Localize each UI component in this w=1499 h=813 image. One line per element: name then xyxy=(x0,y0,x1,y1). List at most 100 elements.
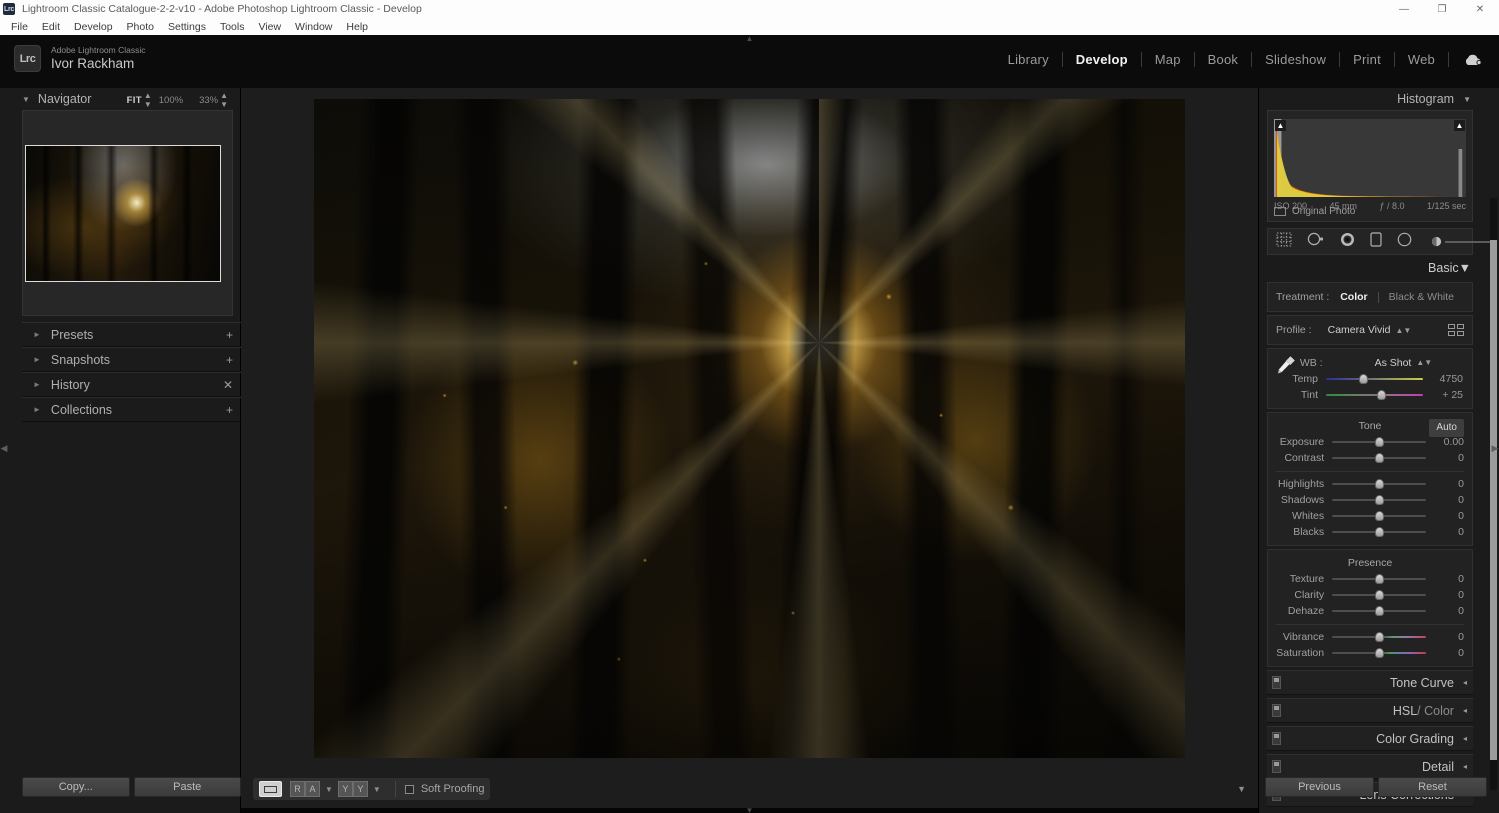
blacks-slider-knob[interactable] xyxy=(1375,527,1385,537)
chevron-right-icon[interactable]: ► xyxy=(33,355,41,364)
treatment-bw-option[interactable]: Black & White xyxy=(1379,291,1464,303)
vibrance-slider-knob[interactable] xyxy=(1375,632,1385,642)
close-button[interactable]: ✕ xyxy=(1461,0,1499,18)
menu-window[interactable]: Window xyxy=(288,19,339,35)
chevron-down-icon[interactable]: ▼ xyxy=(1463,95,1471,104)
contrast-slider-row[interactable]: Contrast 0 xyxy=(1276,450,1464,466)
panel-switch-icon[interactable] xyxy=(1272,704,1281,717)
sidebar-item-presets[interactable]: ► Presets + xyxy=(22,322,241,347)
temp-slider-track[interactable] xyxy=(1326,372,1423,386)
panel-switch-icon[interactable] xyxy=(1272,732,1281,745)
zoom-fit-label[interactable]: FIT xyxy=(127,95,142,106)
toolbar-options-dropdown-icon[interactable]: ▼ xyxy=(1237,784,1246,794)
zoom-100-label[interactable]: 100% xyxy=(159,95,183,106)
profile-browser-icon[interactable] xyxy=(1448,324,1464,336)
whites-slider-row[interactable]: Whites 0 xyxy=(1276,508,1464,524)
dehaze-slider-row[interactable]: Dehaze 0 xyxy=(1276,603,1464,619)
menu-view[interactable]: View xyxy=(251,19,288,35)
exposure-value[interactable]: 0.00 xyxy=(1426,436,1464,448)
zoom-level-stepper-icon[interactable]: ▲ ▼ xyxy=(220,91,228,109)
before-after-a-icon[interactable]: A xyxy=(305,781,320,797)
highlights-value[interactable]: 0 xyxy=(1426,478,1464,490)
wb-stepper-icon[interactable]: ▲▼ xyxy=(1416,358,1432,367)
chevron-left-icon[interactable]: ◂ xyxy=(1463,678,1467,687)
texture-slider-track[interactable] xyxy=(1332,572,1426,586)
module-library[interactable]: Library xyxy=(995,52,1062,67)
whites-value[interactable]: 0 xyxy=(1426,510,1464,522)
panel-color-grading[interactable]: Color Grading ◂ xyxy=(1267,726,1473,751)
vibrance-slider-track[interactable] xyxy=(1332,630,1426,644)
module-develop[interactable]: Develop xyxy=(1063,52,1141,67)
wb-value[interactable]: As Shot xyxy=(1375,357,1412,369)
temp-slider-knob[interactable] xyxy=(1358,374,1368,384)
texture-value[interactable]: 0 xyxy=(1426,573,1464,585)
texture-slider-knob[interactable] xyxy=(1375,574,1385,584)
menu-tools[interactable]: Tools xyxy=(213,19,252,35)
chevron-down-icon[interactable]: ▼ xyxy=(1459,261,1471,275)
temp-value[interactable]: 4750 xyxy=(1423,373,1463,385)
basic-panel-header[interactable]: Basic ▼ xyxy=(1265,257,1475,279)
sidebar-item-history[interactable]: ► History ✕ xyxy=(22,372,241,397)
whites-slider-track[interactable] xyxy=(1332,509,1426,523)
tint-slider-knob[interactable] xyxy=(1377,390,1387,400)
chevron-right-icon[interactable]: ► xyxy=(33,380,41,389)
navigator-preview[interactable] xyxy=(22,110,233,316)
panel-hsl-color[interactable]: HSL / Color ◂ xyxy=(1267,698,1473,723)
masking-icon[interactable] xyxy=(1370,231,1382,252)
saturation-value[interactable]: 0 xyxy=(1426,647,1464,659)
contrast-value[interactable]: 0 xyxy=(1426,452,1464,464)
maximize-button[interactable]: ❐ xyxy=(1423,0,1461,18)
profile-stepper-icon[interactable]: ▲▼ xyxy=(1395,326,1411,335)
identity-plate[interactable]: Lrc Adobe Lightroom Classic Ivor Rackham xyxy=(14,45,146,72)
panel-detail[interactable]: Detail ◂ xyxy=(1267,754,1473,779)
add-preset-button[interactable]: + xyxy=(226,329,233,341)
sidebar-item-snapshots[interactable]: ► Snapshots + xyxy=(22,347,241,372)
shadow-clipping-indicator[interactable]: ▲ xyxy=(1275,120,1286,131)
menu-photo[interactable]: Photo xyxy=(120,19,161,35)
spot-removal-icon[interactable] xyxy=(1307,232,1325,251)
treatment-color-option[interactable]: Color xyxy=(1330,291,1377,303)
soft-proofing-checkbox[interactable] xyxy=(404,784,414,794)
minimize-button[interactable]: — xyxy=(1385,0,1423,18)
chevron-right-icon[interactable]: ► xyxy=(33,330,41,339)
crop-overlay-icon[interactable] xyxy=(1276,232,1292,252)
contrast-slider-knob[interactable] xyxy=(1375,453,1385,463)
navigator-header[interactable]: ▼ Navigator FIT ▲ ▼ 100% 33% ▲ ▼ xyxy=(22,88,241,110)
original-photo-toggle[interactable]: Original Photo xyxy=(1274,206,1355,217)
shadows-slider-track[interactable] xyxy=(1332,493,1426,507)
menu-help[interactable]: Help xyxy=(339,19,375,35)
auto-tone-button[interactable]: Auto xyxy=(1429,419,1464,437)
dehaze-slider-track[interactable] xyxy=(1332,604,1426,618)
image-canvas[interactable] xyxy=(241,88,1258,770)
blacks-slider-track[interactable] xyxy=(1332,525,1426,539)
tint-value[interactable]: + 25 xyxy=(1423,389,1463,401)
radial-filter-icon[interactable] xyxy=(1397,232,1412,252)
copy-button[interactable]: Copy... xyxy=(22,777,130,797)
loupe-view-icon[interactable] xyxy=(259,781,282,797)
menu-settings[interactable]: Settings xyxy=(161,19,213,35)
bottom-panel-grip[interactable]: ▼ xyxy=(735,807,765,813)
contrast-slider-track[interactable] xyxy=(1332,451,1426,465)
highlights-slider-row[interactable]: Highlights 0 xyxy=(1276,476,1464,492)
chevron-left-icon[interactable]: ◂ xyxy=(1463,762,1467,771)
vibrance-slider-row[interactable]: Vibrance 0 xyxy=(1276,629,1464,645)
collapse-left-panel-arrow[interactable]: ◀ xyxy=(0,435,9,461)
soft-proofing-label[interactable]: Soft Proofing xyxy=(421,783,485,795)
saturation-slider-track[interactable] xyxy=(1332,646,1426,660)
menu-file[interactable]: File xyxy=(4,19,35,35)
compare-y2-icon[interactable]: Y xyxy=(352,781,368,797)
panel-switch-icon[interactable] xyxy=(1272,676,1281,689)
vibrance-value[interactable]: 0 xyxy=(1426,631,1464,643)
previous-button[interactable]: Previous xyxy=(1265,777,1374,797)
compare-y1-icon[interactable]: Y xyxy=(337,781,353,797)
clarity-slider-track[interactable] xyxy=(1332,588,1426,602)
dehaze-value[interactable]: 0 xyxy=(1426,605,1464,617)
before-after-dropdown-icon[interactable]: ▼ xyxy=(325,785,333,794)
highlights-slider-track[interactable] xyxy=(1332,477,1426,491)
before-after-r-icon[interactable]: R xyxy=(290,781,305,797)
chevron-down-icon[interactable]: ▼ xyxy=(22,95,30,104)
clarity-value[interactable]: 0 xyxy=(1426,589,1464,601)
compare-dropdown-icon[interactable]: ▼ xyxy=(373,785,381,794)
saturation-slider-knob[interactable] xyxy=(1375,648,1385,658)
navigator-thumbnail[interactable] xyxy=(25,145,221,282)
